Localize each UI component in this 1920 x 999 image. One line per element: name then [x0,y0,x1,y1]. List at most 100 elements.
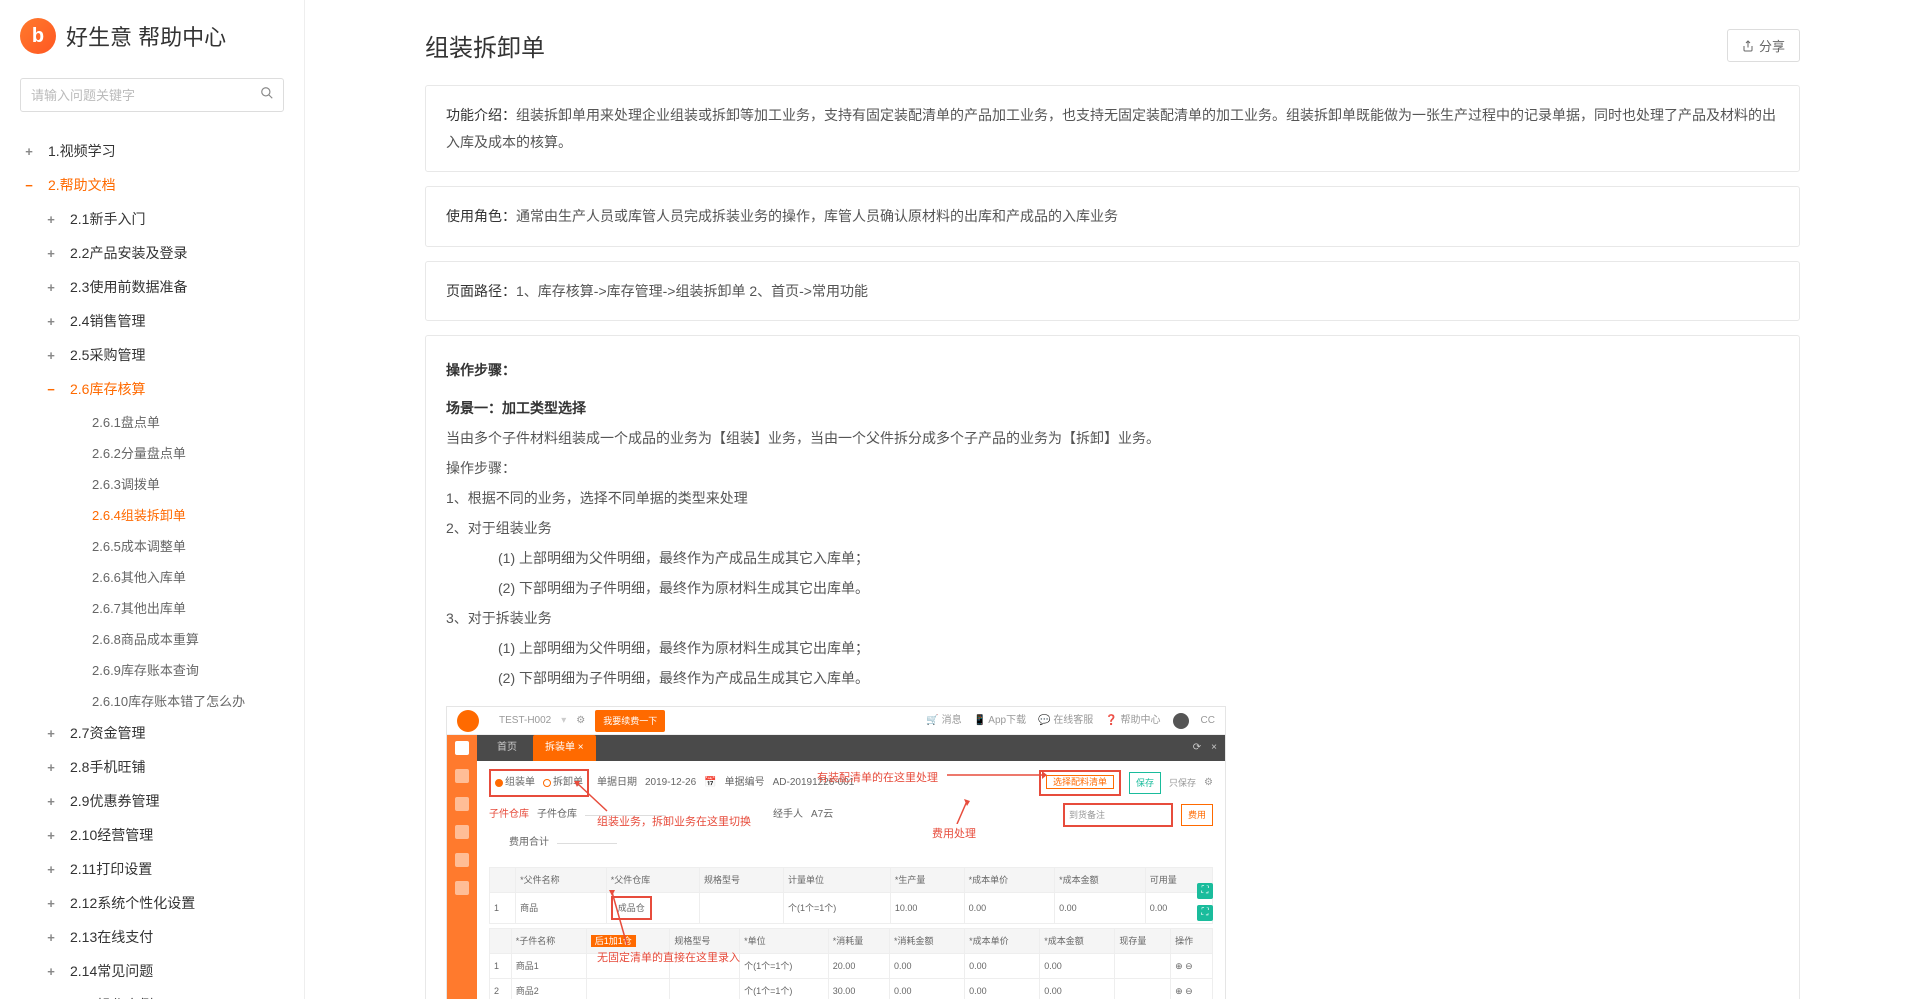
search-icon[interactable] [260,86,274,104]
sh-date-value: 2019-12-26 [645,773,696,793]
nav-item-2-6-2[interactable]: 2.6.2分量盘点单 [92,437,284,468]
nav-item-2-6-1[interactable]: 2.6.1盘点单 [92,406,284,437]
nav-item-2-10[interactable]: +2.10经营管理 [42,818,284,852]
step3-1: (1) 上部明细为父件明细，最终作为原材料生成其它出库单； [446,634,1779,662]
minus-icon: − [42,380,60,398]
nav-label: 2.6.10库存账本错了怎么办 [92,691,245,710]
sh-expand2-icon: ⛶ [1197,905,1213,921]
step2-2: (2) 下部明细为子件明细，最终作为原材料生成其它出库单。 [446,574,1779,602]
nav-item-video[interactable]: +1.视频学习 [20,134,284,168]
share-icon [1742,40,1754,52]
nav-item-2-11[interactable]: +2.11打印设置 [42,852,284,886]
nav-item-2-4[interactable]: +2.4销售管理 [42,304,284,338]
nav-item-2-6-7[interactable]: 2.6.7其他出库单 [92,592,284,623]
nav-label: 2.6.9库存账本查询 [92,660,199,679]
sh-tab-home: 首页 [485,735,529,761]
nav-label: 2.6.3调拨单 [92,474,160,493]
sh-user: TEST-H002 [499,711,551,731]
nav-item-2-14[interactable]: +2.14常见问题 [42,954,284,988]
nav-item-2-6-5[interactable]: 2.6.5成本调整单 [92,530,284,561]
plus-icon: + [42,312,60,330]
content-block: 操作步骤： 场景一：加工类型选择 当由多个子件材料组装成一个成品的业务为【组装】… [425,335,1800,999]
nav-label: 2.2产品安装及登录 [70,243,187,263]
share-button[interactable]: 分享 [1727,29,1800,62]
plus-icon: + [42,346,60,364]
nav-item-2-6-6[interactable]: 2.6.6其他入库单 [92,561,284,592]
sh-radio1: 组装单 [505,773,535,793]
nav-label: 2.6.1盘点单 [92,412,160,431]
nav-item-2-6-8[interactable]: 2.6.8商品成本重算 [92,623,284,654]
sh-msg: 消息 [942,715,962,726]
nav-label: 2.6.2分量盘点单 [92,443,186,462]
nav-item-2-6[interactable]: −2.6库存核算 [42,372,284,406]
scene1-desc: 当由多个子件材料组装成一个成品的业务为【组装】业务，当由一个父件拆分成多个子产品… [446,424,1779,452]
steps-label: 操作步骤： [446,356,1779,384]
plus-icon: + [42,724,60,742]
nav-label: 2.6.4组装拆卸单 [92,505,186,524]
nav-item-2-6-4[interactable]: 2.6.4组装拆卸单 [92,499,284,530]
embedded-screenshot: TEST-H002 ▾ ⚙ 我要续费一下 🛒 消息 📱 App下载 💬 在线客服… [446,706,1226,999]
nav-item-2-6-9[interactable]: 2.6.9库存账本查询 [92,654,284,685]
sh-sidebar [447,735,477,999]
nav-label: 2.9优惠券管理 [70,791,159,811]
sh-annotation2: 组装业务，拆卸业务在这里切换 [597,811,751,833]
sh-btn-save: 只保存 [1169,774,1196,792]
sh-handler-label: 经手人 [773,805,803,825]
plus-icon: + [42,278,60,296]
plus-icon: + [42,792,60,810]
step2: 2、对于组装业务 [446,514,1779,542]
share-label: 分享 [1759,36,1785,55]
nav-item-2-8[interactable]: +2.8手机旺铺 [42,750,284,784]
sh-doc-label: 单据编号 [725,773,765,793]
nav-label: 2.4销售管理 [70,311,145,331]
nav-label: 2.15操作案例 [70,995,153,999]
sh-logo-icon [457,710,479,732]
nav-item-2-2[interactable]: +2.2产品安装及登录 [42,236,284,270]
nav-label: 2.6库存核算 [70,379,145,399]
plus-icon: + [42,894,60,912]
nav-item-2-3[interactable]: +2.3使用前数据准备 [42,270,284,304]
step2-1: (1) 上部明细为父件明细，最终作为产成品生成其它入库单； [446,544,1779,572]
nav-label: 1.视频学习 [48,141,116,161]
path-text: 1、库存核算->库存管理->组装拆卸单 2、首页->常用功能 [516,283,868,299]
plus-icon: + [42,758,60,776]
nav-item-2-1[interactable]: +2.1新手入门 [42,202,284,236]
logo-text: 好生意 帮助中心 [66,20,226,52]
sh-cc: CC [1201,711,1215,731]
plus-icon: + [42,826,60,844]
nav-item-2-6-10[interactable]: 2.6.10库存账本错了怎么办 [92,685,284,716]
sh-help: 帮助中心 [1121,715,1161,726]
sh-fee-input: 到货备注 [1063,803,1173,827]
nav-label: 2.14常见问题 [70,961,153,981]
sh-tab-new: 拆装单 × [533,735,596,761]
nav-label: 2.12系统个性化设置 [70,893,195,913]
nav-item-helpdoc[interactable]: −2.帮助文档 [20,168,284,202]
scene1-title: 场景一：加工类型选择 [446,394,1779,422]
nav-label: 2.6.6其他入库单 [92,567,186,586]
sh-radio2: 拆卸单 [553,773,583,793]
search-wrap [20,78,284,112]
nav-item-2-6-3[interactable]: 2.6.3调拨单 [92,468,284,499]
nav-label: 2.11打印设置 [70,859,152,879]
search-input[interactable] [20,78,284,112]
nav-item-2-15[interactable]: +2.15操作案例 [42,988,284,999]
role-label: 使用角色： [446,208,516,224]
nav-item-2-12[interactable]: +2.12系统个性化设置 [42,886,284,920]
sh-handler-value: A7云 [811,805,833,825]
sh-radio-group: 组装单 拆卸单 [489,769,589,797]
nav-label: 2.6.8商品成本重算 [92,629,199,648]
nav-item-2-7[interactable]: +2.7资金管理 [42,716,284,750]
nav-item-2-9[interactable]: +2.9优惠券管理 [42,784,284,818]
sh-btn-print: 保存 [1129,772,1161,794]
plus-icon: + [42,962,60,980]
nav-label: 2.13在线支付 [70,927,153,947]
nav-label: 2.5采购管理 [70,345,145,365]
nav-label: 2.1新手入门 [70,209,145,229]
nav-item-2-5[interactable]: +2.5采购管理 [42,338,284,372]
plus-icon: + [42,210,60,228]
nav-item-2-13[interactable]: +2.13在线支付 [42,920,284,954]
sh-annotation4: 无固定清单的直接在这里录入 [597,947,740,969]
sh-expand-icon: ⛶ [1197,883,1213,899]
nav-label: 2.6.5成本调整单 [92,536,186,555]
nav-label: 2.10经营管理 [70,825,153,845]
